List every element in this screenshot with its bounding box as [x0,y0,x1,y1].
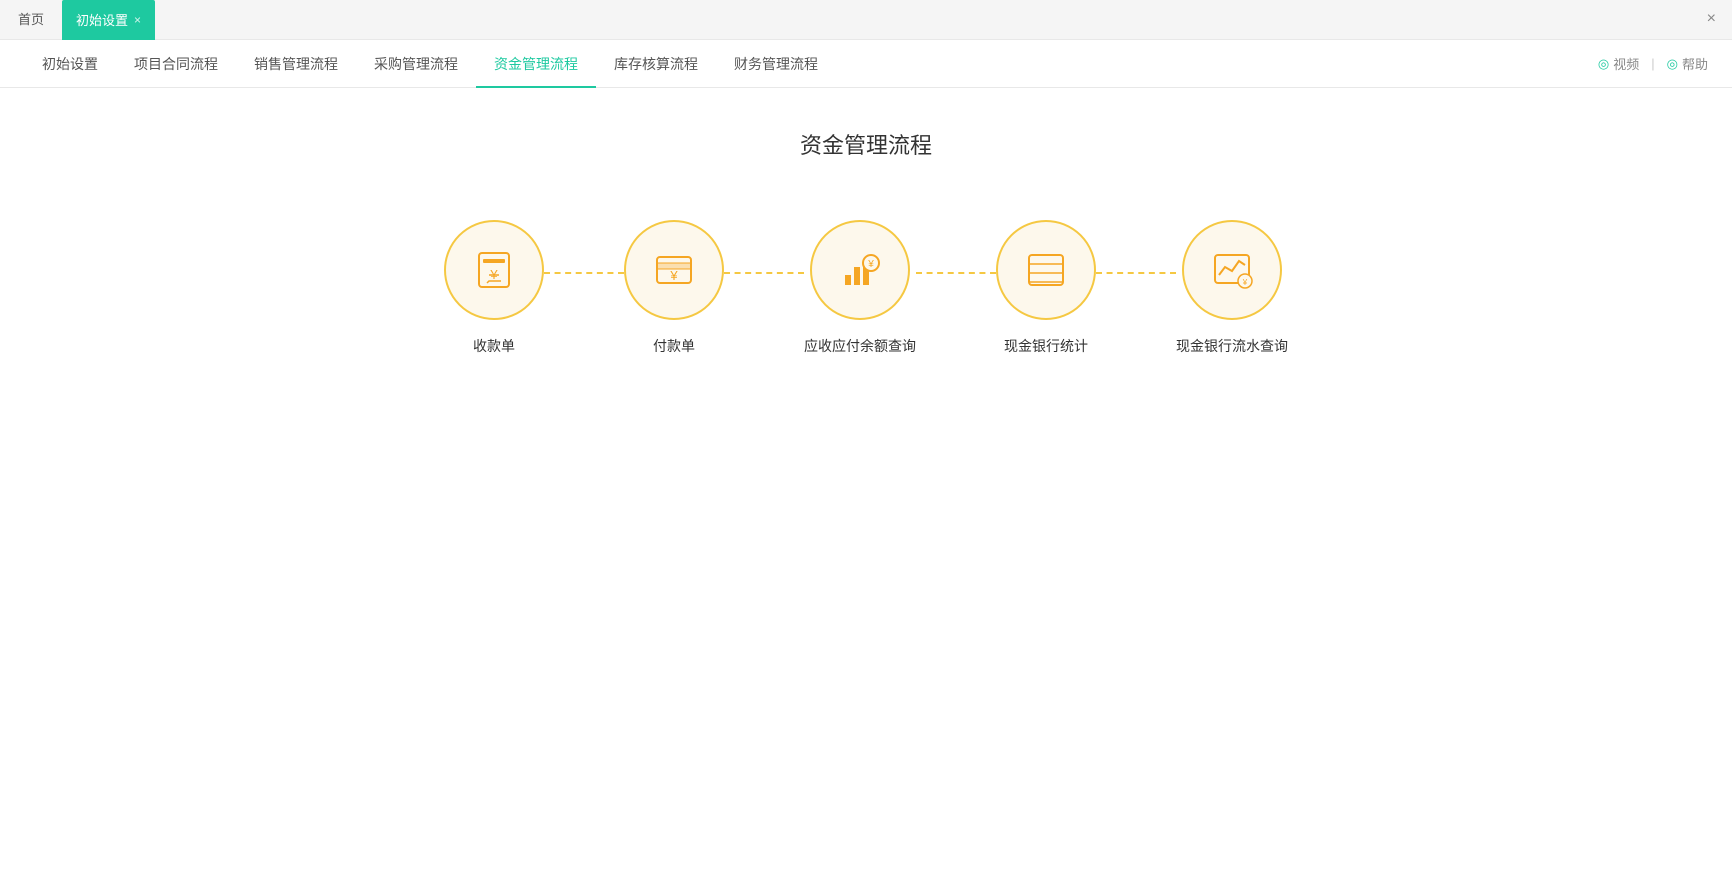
receipt-icon-circle: ¥ [444,220,544,320]
balance-icon-circle: ¥ [810,220,910,320]
flow-item-payment[interactable]: ¥ 付款单 [624,220,724,356]
nav-item-inventory[interactable]: 库存核算流程 [596,40,716,88]
payment-icon: ¥ [649,245,699,295]
bank-flow-icon-circle: ¥ [1182,220,1282,320]
active-tab-label: 初始设置 [76,10,128,29]
nav-bar: 初始设置 项目合同流程 销售管理流程 采购管理流程 资金管理流程 库存核算流程 … [0,40,1732,88]
nav-item-purchase-management[interactable]: 采购管理流程 [356,40,476,88]
window-close-button[interactable]: × [1707,10,1716,28]
receipt-label: 收款单 [473,336,515,356]
flow-container: ¥ 收款单 ¥ 付款单 [444,220,1288,356]
nav-right: ◎ 视频 | ◎ 帮助 [1598,54,1708,73]
flow-item-balance-query[interactable]: ¥ 应收应付余额查询 [804,220,916,356]
connector-2 [724,272,804,304]
connector-4 [1096,272,1176,304]
cash-bank-stats-label: 现金银行统计 [1004,336,1088,356]
flow-item-receipt[interactable]: ¥ 收款单 [444,220,544,356]
main-content: 资金管理流程 ¥ 收款单 [0,88,1732,396]
home-tab[interactable]: 首页 [0,0,62,40]
connector-3 [916,272,996,304]
tab-close-icon[interactable]: × [134,13,141,27]
help-label: 帮助 [1682,54,1708,73]
balance-label: 应收应付余额查询 [804,336,916,356]
bank-flow-icon: ¥ [1207,245,1257,295]
nav-item-finance-management[interactable]: 财务管理流程 [716,40,836,88]
payment-label: 付款单 [653,336,695,356]
top-bar: 首页 初始设置 × [0,0,1732,40]
bank-stats-icon [1021,245,1071,295]
svg-text:¥: ¥ [867,259,874,270]
nav-item-project-contract[interactable]: 项目合同流程 [116,40,236,88]
connector-1 [544,272,624,304]
receipt-icon: ¥ [469,245,519,295]
svg-text:¥: ¥ [1242,278,1248,287]
page-title: 资金管理流程 [800,128,932,160]
video-link[interactable]: ◎ 视频 [1598,54,1639,73]
bank-stats-icon-circle [996,220,1096,320]
svg-text:¥: ¥ [669,268,678,283]
question-circle-icon: ◎ [1667,56,1678,72]
nav-item-fund-management[interactable]: 资金管理流程 [476,40,596,88]
nav-item-initial-setup[interactable]: 初始设置 [24,40,116,88]
nav-item-sales-management[interactable]: 销售管理流程 [236,40,356,88]
play-circle-icon: ◎ [1598,56,1609,72]
balance-icon: ¥ [835,245,885,295]
flow-item-cash-bank-stats[interactable]: 现金银行统计 [996,220,1096,356]
flow-item-cash-bank-flow[interactable]: ¥ 现金银行流水查询 [1176,220,1288,356]
cash-bank-flow-label: 现金银行流水查询 [1176,336,1288,356]
video-label: 视频 [1613,54,1639,73]
help-link[interactable]: ◎ 帮助 [1667,54,1708,73]
active-tab[interactable]: 初始设置 × [62,0,155,40]
payment-icon-circle: ¥ [624,220,724,320]
